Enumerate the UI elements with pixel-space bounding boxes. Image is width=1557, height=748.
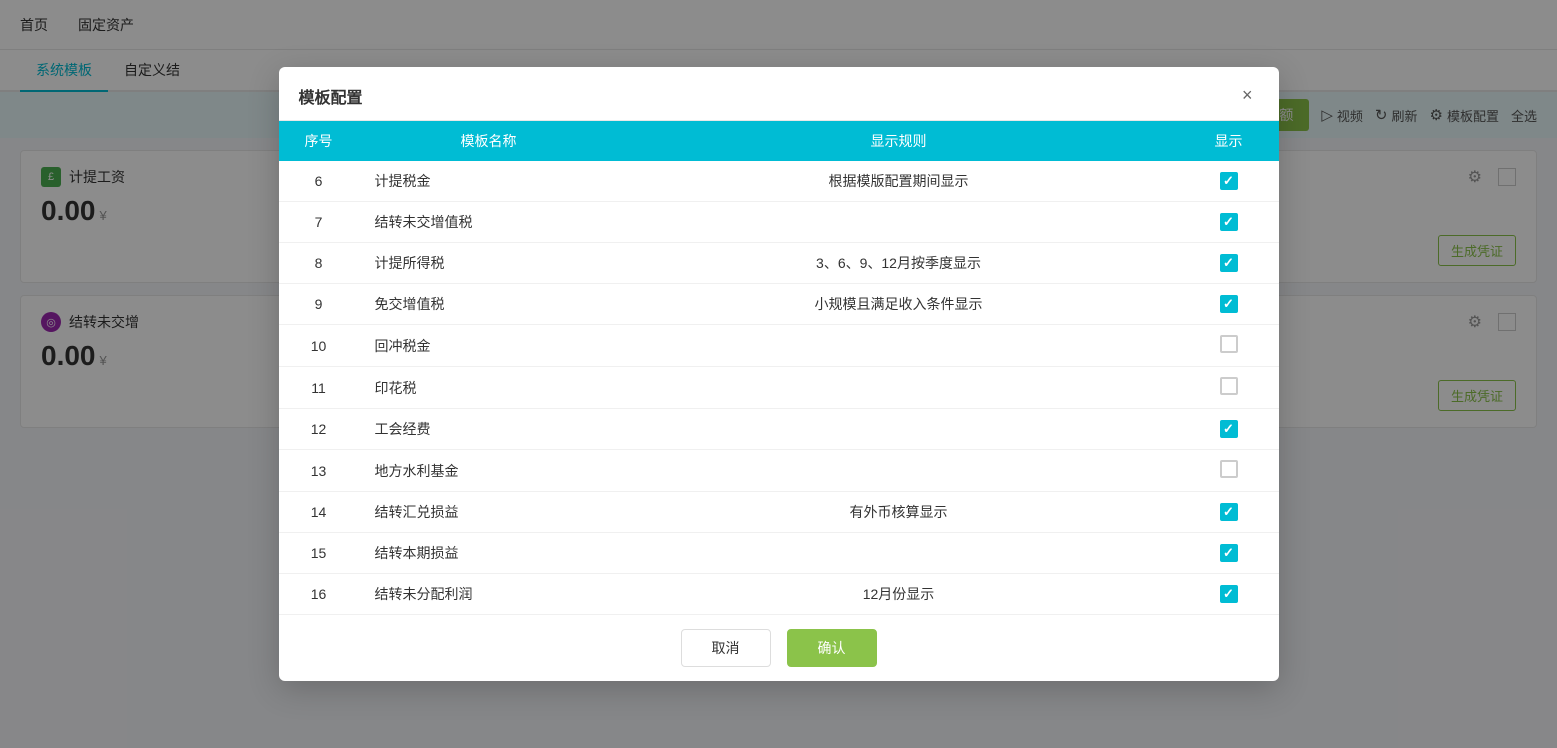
cell-checkbox: [1179, 202, 1279, 243]
table-body: 6计提税金根据模版配置期间显示7结转未交增值税8计提所得税3、6、9、12月按季…: [279, 161, 1279, 614]
dialog-body: 序号 模板名称 显示规则 显示 6计提税金根据模版配置期间显示7结转未交增值税8…: [279, 121, 1279, 614]
th-rule: 显示规则: [619, 121, 1179, 161]
cell-checkbox: [1179, 325, 1279, 367]
cell-name: 结转汇兑损益: [359, 492, 619, 533]
table-row: 11印花税: [279, 367, 1279, 409]
cell-checkbox: [1179, 243, 1279, 284]
table-row: 15结转本期损益: [279, 533, 1279, 574]
table-row: 7结转未交增值税: [279, 202, 1279, 243]
table-row: 12工会经费: [279, 409, 1279, 450]
row-checkbox-10[interactable]: [1220, 585, 1238, 603]
table-row: 14结转汇兑损益有外币核算显示: [279, 492, 1279, 533]
cell-rule: 12月份显示: [619, 574, 1179, 615]
template-config-dialog: 模板配置 × 序号 模板名称 显示规则 显示 6计提税金根据模版配置期间显示7结…: [279, 67, 1279, 681]
cell-rule: [619, 367, 1179, 409]
cell-checkbox: [1179, 492, 1279, 533]
row-checkbox-7[interactable]: [1220, 460, 1238, 478]
cell-seq: 14: [279, 492, 359, 533]
cell-name: 印花税: [359, 367, 619, 409]
cell-seq: 6: [279, 161, 359, 202]
cell-name: 结转本期损益: [359, 533, 619, 574]
cell-checkbox: [1179, 161, 1279, 202]
row-checkbox-2[interactable]: [1220, 254, 1238, 272]
table-row: 6计提税金根据模版配置期间显示: [279, 161, 1279, 202]
cell-seq: 16: [279, 574, 359, 615]
cell-checkbox: [1179, 284, 1279, 325]
row-checkbox-8[interactable]: [1220, 503, 1238, 521]
confirm-button[interactable]: 确认: [787, 629, 877, 667]
cell-checkbox: [1179, 450, 1279, 492]
cell-name: 回冲税金: [359, 325, 619, 367]
table-row: 9免交增值税小规模且满足收入条件显示: [279, 284, 1279, 325]
cell-name: 免交增值税: [359, 284, 619, 325]
row-checkbox-6[interactable]: [1220, 420, 1238, 438]
row-checkbox-3[interactable]: [1220, 295, 1238, 313]
row-checkbox-1[interactable]: [1220, 213, 1238, 231]
cell-checkbox: [1179, 533, 1279, 574]
cell-checkbox: [1179, 574, 1279, 615]
dialog-close-button[interactable]: ×: [1236, 83, 1259, 108]
cell-rule: [619, 409, 1179, 450]
cell-seq: 15: [279, 533, 359, 574]
cell-checkbox: [1179, 409, 1279, 450]
th-name: 模板名称: [359, 121, 619, 161]
cell-name: 结转未交增值税: [359, 202, 619, 243]
cell-name: 地方水利基金: [359, 450, 619, 492]
cell-name: 计提所得税: [359, 243, 619, 284]
cell-seq: 13: [279, 450, 359, 492]
row-checkbox-0[interactable]: [1220, 172, 1238, 190]
modal-overlay: 模板配置 × 序号 模板名称 显示规则 显示 6计提税金根据模版配置期间显示7结…: [0, 0, 1557, 748]
table-header-row: 序号 模板名称 显示规则 显示: [279, 121, 1279, 161]
cancel-button[interactable]: 取消: [681, 629, 771, 667]
cell-name: 工会经费: [359, 409, 619, 450]
th-seq: 序号: [279, 121, 359, 161]
th-show: 显示: [1179, 121, 1279, 161]
cell-rule: 小规模且满足收入条件显示: [619, 284, 1179, 325]
cell-rule: 有外币核算显示: [619, 492, 1179, 533]
cell-rule: 3、6、9、12月按季度显示: [619, 243, 1179, 284]
dialog-title: 模板配置: [299, 84, 363, 108]
cell-name: 计提税金: [359, 161, 619, 202]
table-row: 8计提所得税3、6、9、12月按季度显示: [279, 243, 1279, 284]
dialog-footer: 取消 确认: [279, 614, 1279, 681]
row-checkbox-5[interactable]: [1220, 377, 1238, 395]
cell-seq: 11: [279, 367, 359, 409]
cell-rule: [619, 202, 1179, 243]
cell-seq: 12: [279, 409, 359, 450]
cell-name: 结转未分配利润: [359, 574, 619, 615]
cell-seq: 8: [279, 243, 359, 284]
cell-rule: [619, 450, 1179, 492]
dialog-header: 模板配置 ×: [279, 67, 1279, 121]
table-row: 13地方水利基金: [279, 450, 1279, 492]
cell-rule: [619, 533, 1179, 574]
cell-seq: 9: [279, 284, 359, 325]
cell-seq: 10: [279, 325, 359, 367]
cell-rule: [619, 325, 1179, 367]
cell-checkbox: [1179, 367, 1279, 409]
cell-seq: 7: [279, 202, 359, 243]
config-table: 序号 模板名称 显示规则 显示 6计提税金根据模版配置期间显示7结转未交增值税8…: [279, 121, 1279, 614]
table-row: 16结转未分配利润12月份显示: [279, 574, 1279, 615]
table-row: 10回冲税金: [279, 325, 1279, 367]
cell-rule: 根据模版配置期间显示: [619, 161, 1179, 202]
row-checkbox-9[interactable]: [1220, 544, 1238, 562]
row-checkbox-4[interactable]: [1220, 335, 1238, 353]
